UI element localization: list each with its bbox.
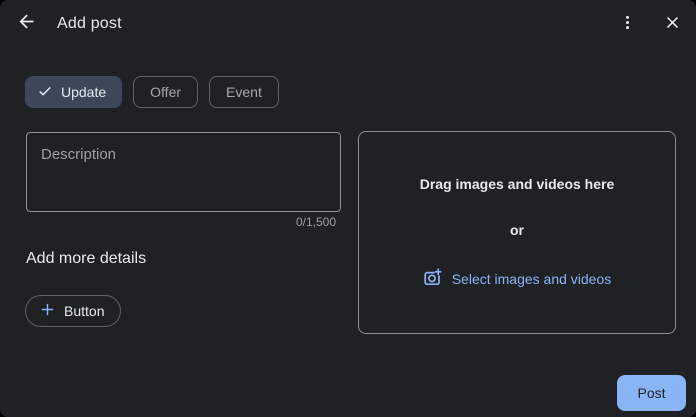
plus-icon	[39, 301, 56, 321]
more-options-button[interactable]	[615, 12, 639, 36]
chip-label: Offer	[150, 84, 182, 100]
arrow-back-icon	[16, 11, 37, 35]
character-counter: 0/1,500	[295, 215, 336, 229]
close-button[interactable]	[660, 12, 684, 36]
post-button[interactable]: Post	[617, 375, 686, 411]
button-chip-label: Button	[64, 303, 105, 319]
add-post-dialog: Add post Update Offer Event 0/1,500 Add …	[0, 0, 696, 417]
description-input[interactable]	[26, 132, 341, 212]
select-images-videos-link[interactable]: Select images and videos	[423, 267, 612, 290]
close-icon	[663, 13, 682, 35]
chip-update[interactable]: Update	[25, 76, 123, 108]
chip-label: Update	[61, 84, 107, 100]
post-type-chips: Update Offer Event	[25, 76, 279, 108]
drag-drop-text: Drag images and videos here	[419, 175, 615, 192]
checkmark-icon	[37, 83, 53, 102]
page-title: Add post	[57, 15, 122, 32]
add-button-chip[interactable]: Button	[25, 295, 122, 327]
or-text: or	[510, 221, 524, 238]
add-more-details-heading: Add more details	[26, 250, 147, 267]
add-photo-icon	[423, 267, 442, 290]
media-dropzone[interactable]: Drag images and videos here or Select im…	[358, 131, 676, 334]
chip-offer[interactable]: Offer	[133, 76, 199, 108]
chip-label: Event	[226, 84, 262, 100]
select-images-videos-label: Select images and videos	[451, 270, 612, 287]
back-button[interactable]	[14, 11, 38, 35]
kebab-menu-icon	[618, 13, 637, 35]
chip-event[interactable]: Event	[209, 76, 279, 108]
